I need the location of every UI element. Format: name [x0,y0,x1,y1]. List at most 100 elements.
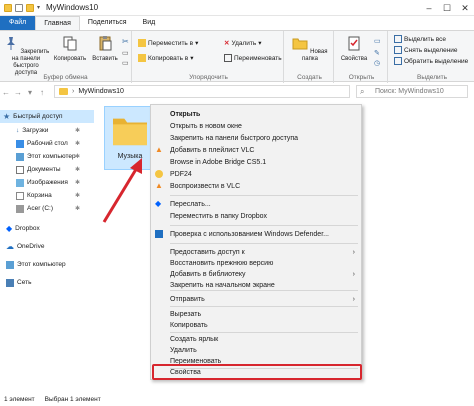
computer-icon [6,260,14,269]
select-none-button[interactable]: Снять выделение [394,46,458,54]
pin-button[interactable]: Закрепить на панели быстрого доступа [2,35,50,77]
vlc-icon: ▲ [155,181,163,190]
sidebar-item-label: Рабочий стол [27,140,68,147]
copy-button[interactable]: Копировать [52,35,88,63]
sidebar-item-pictures[interactable]: Изображения ✱ [0,176,94,189]
history-icon[interactable]: ◷ [374,59,380,67]
invert-label: Обратить выделение [404,57,469,65]
sidebar-item-downloads[interactable]: ↓ Загрузки ✱ [0,124,94,137]
create-group: Новая папка Создать [286,31,334,83]
menu-item-adobe-bridge[interactable]: Browse in Adobe Bridge CS5.1 [151,156,361,168]
open-icon[interactable]: ▭ [374,37,381,45]
new-folder-icon [292,38,308,50]
chevron-right-icon: › [352,248,355,256]
recent-icon[interactable]: ▾ [24,88,36,97]
sidebar-item-label: Сеть [17,279,32,286]
sidebar-item-this-pc[interactable]: Этот компьютер ✱ [0,150,94,163]
sidebar-item-drive-c[interactable]: Acer (C:) ✱ [0,202,94,215]
sidebar-item-quick-access[interactable]: ★ Быстрый доступ [0,110,94,123]
paste-button[interactable]: Вставить [90,35,120,63]
status-bar: 1 элемент Выбран 1 элемент [0,392,474,406]
copy-label: Копировать [53,56,87,62]
sidebar-item-label: Изображения [27,179,68,186]
tab-home[interactable]: Главная [35,16,80,30]
select-all-button[interactable]: Выделить все [394,35,446,43]
menu-item-label: Вырезать [170,310,202,318]
sidebar-item-onedrive[interactable]: ☁ OneDrive [0,240,94,253]
sidebar-item-desktop[interactable]: Рабочий стол ✱ [0,137,94,150]
menu-item-send-dropbox[interactable]: ◆ Переслать... [151,198,361,210]
minimize-button[interactable]: – [420,0,438,16]
folder-copy-icon [138,54,146,62]
menu-item-label: Открыть в новом окне [170,122,242,130]
sidebar-item-recycle-bin[interactable]: Корзина ✱ [0,189,94,202]
up-icon[interactable]: ↑ [36,88,48,97]
organize-group-label: Упорядочить [189,74,228,81]
network-icon [6,278,14,287]
address-row: ← → ▾ ↑ › MyWindows10 Поиск: MyWindows10… [0,84,474,100]
menu-item-label: Создать ярлык [170,335,219,343]
sidebar-item-network[interactable]: Сеть [0,276,94,289]
paste-shortcut-icon[interactable]: ▭ [122,59,129,67]
menu-item-pin-quick-access[interactable]: Закрепить на панели быстрого доступа [151,132,361,144]
menu-item-pdf24[interactable]: PDF24 [151,168,361,180]
forward-icon[interactable]: → [12,88,24,97]
sidebar-item-label: Документы [27,166,61,173]
menu-item-open-new-window[interactable]: Открыть в новом окне [151,120,361,132]
menu-item-open[interactable]: Открыть [151,108,361,120]
invert-selection-button[interactable]: Обратить выделение [394,57,468,65]
open-group-label: Открыть [348,74,375,81]
pin-icon [6,37,15,50]
menu-item-send-to[interactable]: Отправить › [151,293,361,305]
check-icon[interactable] [15,3,23,12]
menu-item-play-vlc[interactable]: ▲ Воспроизвести в VLC [151,180,361,192]
new-folder-button[interactable]: Новая папка [290,35,330,63]
document-icon [16,165,24,174]
menu-item-defender-scan[interactable]: Проверка с использованием Windows Defend… [151,228,361,240]
menu-item-label: PDF24 [170,170,192,178]
move-to-button[interactable]: Переместить в ▾ [138,39,198,47]
move-label: Переместить в [148,39,194,47]
sidebar-item-dropbox[interactable]: ◆ Dropbox [0,222,94,235]
menu-item-label: Проверка с использованием Windows Defend… [170,230,329,238]
tab-file[interactable]: Файл [0,16,36,30]
title-bar: ▾ MyWindows10 – ☐ ✕ [0,0,474,16]
pdf24-icon [155,170,163,178]
menu-item-label: Закрепить на начальном экране [170,281,275,289]
sidebar-item-documents[interactable]: Документы ✱ [0,163,94,176]
menu-item-label: Переместить в папку Dropbox [170,212,268,220]
select-group-label: Выделить [417,74,447,81]
maximize-button[interactable]: ☐ [438,0,456,16]
pin-icon: ✱ [74,180,80,186]
menu-item-label: Открыть [170,110,201,118]
window-title: MyWindows10 [46,3,99,12]
dropdown-icon[interactable]: ▾ [37,4,40,11]
copy-to-button[interactable]: Копировать в ▾ [138,54,194,62]
menu-item-label: Предоставить доступ к [170,248,245,256]
menu-item-move-dropbox[interactable]: Переместить в папку Dropbox [151,210,361,222]
menu-item-add-vlc-playlist[interactable]: ▲ Добавить в плейлист VLC [151,144,361,156]
sidebar-item-this-pc-root[interactable]: Этот компьютер [0,258,94,271]
tab-share[interactable]: Поделиться [80,16,135,30]
organize-group: Переместить в ▾ Копировать в ▾ ✕ Удалить ▾ … [134,31,284,83]
menu-item-label: Закрепить на панели быстрого доступа [170,134,299,142]
red-arrow [102,158,142,223]
tab-view[interactable]: Вид [135,16,164,30]
invert-selection-icon [394,57,402,65]
back-icon[interactable]: ← [0,88,12,97]
address-bar[interactable]: › MyWindows10 [54,85,350,98]
close-button[interactable]: ✕ [456,0,474,16]
folder-icon[interactable] [26,3,34,12]
delete-button[interactable]: ✕ Удалить ▾ [224,39,262,48]
rename-button[interactable]: Переименовать [224,54,282,62]
breadcrumb-separator-icon: › [72,88,75,95]
properties-button[interactable]: Свойства [338,35,370,63]
menu-item-copy[interactable]: Копировать [151,319,361,331]
copy-icon [63,36,77,51]
edit-icon[interactable]: ✎ [374,49,380,57]
copy-path-icon[interactable]: ▭ [122,49,129,57]
sidebar-item-label: Корзина [27,192,52,199]
search-input[interactable]: Поиск: MyWindows10 [356,85,468,98]
sidebar-item-label: Этот компьютер [17,261,66,268]
cut-icon[interactable]: ✂ [122,37,129,46]
